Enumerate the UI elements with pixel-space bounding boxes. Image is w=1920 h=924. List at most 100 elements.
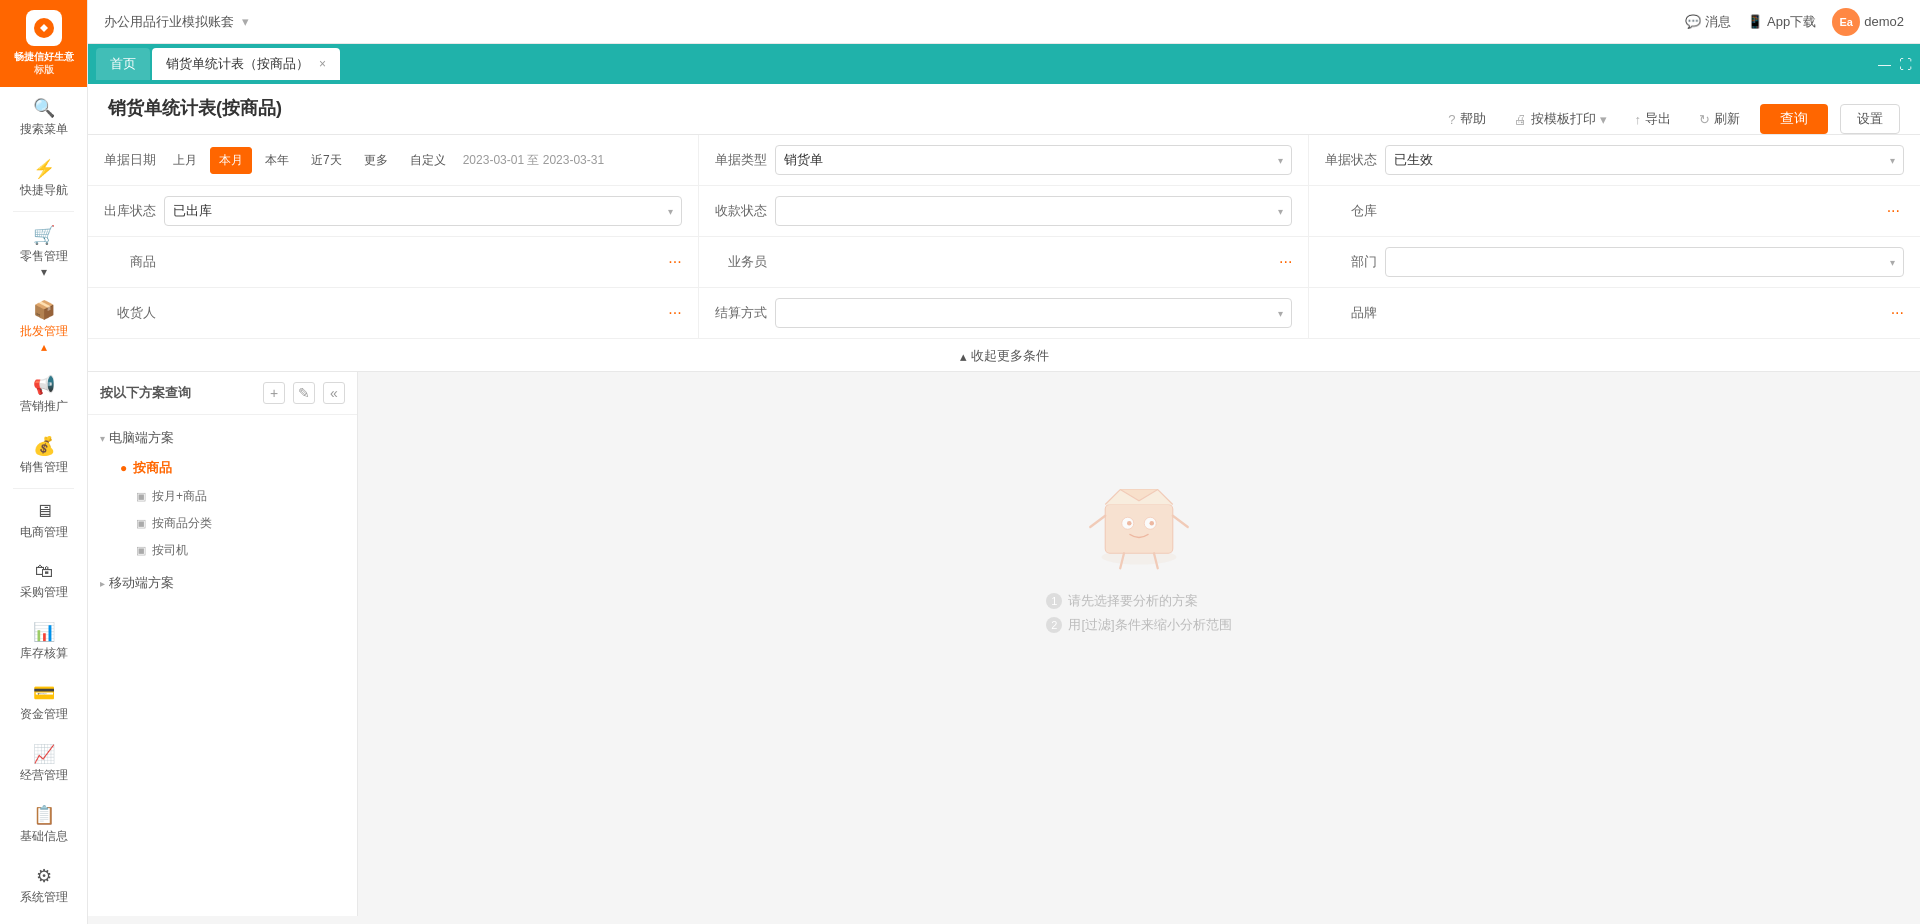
breadcrumb-dropdown[interactable]: ▾	[242, 14, 249, 29]
dept-arrow: ▾	[1890, 257, 1895, 268]
docstatus-select[interactable]: 已生效 ▾	[1385, 145, 1904, 175]
header-left: 办公用品行业模拟账套 ▾	[104, 13, 249, 31]
sidebar-item-purchase[interactable]: 🛍 采购管理	[0, 551, 87, 611]
consignee-input[interactable]: ···	[164, 298, 682, 328]
user-profile-button[interactable]: Ea demo2	[1832, 8, 1904, 36]
marketing-icon: 📢	[33, 374, 55, 396]
print-label: 按模板打印	[1531, 110, 1596, 128]
date-btn-more[interactable]: 更多	[355, 147, 397, 174]
query-button[interactable]: 查询	[1760, 104, 1828, 134]
filter-row-3: 商品 ··· 业务员 ··· 部门 ▾	[88, 237, 1920, 288]
export-button[interactable]: ↑ 导出	[1627, 106, 1680, 132]
desktop-schemes-label: 电脑端方案	[109, 429, 174, 447]
warehouse-input[interactable]: ···	[1385, 196, 1904, 226]
export-label: 导出	[1645, 110, 1671, 128]
payment-select[interactable]: ▾	[775, 298, 1293, 328]
desktop-schemes-group[interactable]: ▾ 电脑端方案	[88, 423, 357, 453]
consignee-label: 收货人	[104, 304, 164, 322]
collapse-panel-button[interactable]: «	[323, 382, 345, 404]
collapse-button[interactable]: ▴ 收起更多条件	[960, 347, 1049, 365]
dept-label: 部门	[1325, 253, 1385, 271]
search-icon: 🔍	[33, 97, 55, 119]
date-btn-last-month[interactable]: 上月	[164, 147, 206, 174]
doctype-label: 单据类型	[715, 151, 775, 169]
wholesale-expand-icon: ▴	[41, 340, 47, 354]
message-label: 消息	[1705, 13, 1731, 31]
sidebar-item-inventory-label: 库存核算	[20, 645, 68, 662]
sidebar-item-system-label: 系统管理	[20, 889, 68, 906]
scheme-by-cashier[interactable]: ▣ 按司机	[88, 537, 357, 564]
help-icon: ?	[1448, 112, 1455, 127]
sidebar-item-finance-label: 资金管理	[20, 706, 68, 723]
sidebar-item-operations[interactable]: 📈 经营管理	[0, 733, 87, 794]
empty-tip-2: 2 用[过滤]条件来缩小分析范围	[1046, 616, 1231, 634]
brand-input[interactable]: ···	[1385, 298, 1904, 328]
username: demo2	[1864, 14, 1904, 29]
tab-sales-stats[interactable]: 销货单统计表（按商品） ×	[152, 48, 340, 80]
scheme-product-icon: ●	[120, 461, 127, 475]
app-download-button[interactable]: 📱 App下载	[1747, 13, 1816, 31]
sidebar-item-quicknav[interactable]: ⚡ 快捷导航	[0, 148, 87, 209]
tab-home[interactable]: 首页	[96, 48, 150, 80]
product-input[interactable]: ···	[164, 247, 682, 277]
sidebar-item-search[interactable]: 🔍 搜索菜单	[0, 87, 87, 148]
filter-cell-doctype: 单据类型 销货单 ▾	[699, 135, 1310, 185]
sidebar-item-ecommerce[interactable]: 🖥 电商管理	[0, 491, 87, 551]
edit-scheme-button[interactable]: ✎	[293, 382, 315, 404]
tab-maximize-button[interactable]: ⛶	[1899, 57, 1912, 72]
print-button[interactable]: 🖨 按模板打印 ▾	[1506, 106, 1615, 132]
basic-icon: 📋	[33, 804, 55, 826]
sidebar-item-sales[interactable]: 💰 销售管理	[0, 425, 87, 486]
tab-close-button[interactable]: ×	[319, 57, 326, 71]
app-name: 畅捷信好生意	[14, 50, 74, 63]
outstatus-select[interactable]: 已出库 ▾	[164, 196, 682, 226]
filter-row-4: 收货人 ··· 结算方式 ▾ 品牌 ···	[88, 288, 1920, 339]
print-dropdown-icon[interactable]: ▾	[1600, 112, 1607, 127]
refresh-button[interactable]: ↻ 刷新	[1691, 106, 1748, 132]
page-title: 销货单统计表(按商品)	[108, 96, 282, 132]
tab-minimize-button[interactable]: —	[1878, 57, 1891, 72]
receiptstatus-arrow: ▾	[1278, 206, 1283, 217]
empty-tips: 1 请先选择要分析的方案 2 用[过滤]条件来缩小分析范围	[1046, 592, 1231, 640]
mobile-schemes-group[interactable]: ▸ 移动端方案	[88, 568, 357, 598]
sidebar-item-marketing[interactable]: 📢 营销推广	[0, 364, 87, 425]
date-btn-custom[interactable]: 自定义	[401, 147, 455, 174]
date-btn-7days[interactable]: 近7天	[302, 147, 351, 174]
scheme-by-product[interactable]: ● 按商品	[88, 453, 357, 483]
sidebar-item-wholesale[interactable]: 📦 批发管理 ▴	[0, 289, 87, 364]
settings-button[interactable]: 设置	[1840, 104, 1900, 134]
mobile-toggle-icon: ▸	[100, 578, 105, 589]
date-btn-this-year[interactable]: 本年	[256, 147, 298, 174]
sidebar-item-retail[interactable]: 🛒 零售管理 ▾	[0, 214, 87, 289]
help-button[interactable]: ? 帮助	[1440, 106, 1493, 132]
docstatus-value: 已生效	[1394, 151, 1433, 169]
sidebar-item-system[interactable]: ⚙ 系统管理	[0, 855, 87, 916]
header-right: 💬 消息 📱 App下载 Ea demo2	[1685, 8, 1904, 36]
add-scheme-button[interactable]: +	[263, 382, 285, 404]
salesperson-input[interactable]: ···	[775, 247, 1293, 277]
docstatus-arrow: ▾	[1890, 155, 1895, 166]
page-header: 销货单统计表(按商品) ? 帮助 🖨 按模板打印 ▾ ↑ 导出 ↻	[88, 84, 1920, 135]
tip-num-1: 1	[1046, 593, 1062, 609]
sidebar-item-enterprise[interactable]: 🤝 企业协同	[0, 916, 87, 924]
sidebar-item-inventory[interactable]: 📊 库存核算	[0, 611, 87, 672]
receiptstatus-select[interactable]: ▾	[775, 196, 1293, 226]
warehouse-label: 仓库	[1325, 202, 1385, 220]
edit-icon: ✎	[298, 385, 310, 401]
svg-rect-2	[1105, 505, 1173, 554]
sidebar-item-basic[interactable]: 📋 基础信息	[0, 794, 87, 855]
doctype-select[interactable]: 销货单 ▾	[775, 145, 1293, 175]
dept-select[interactable]: ▾	[1385, 247, 1904, 277]
app-subtitle: 标版	[34, 63, 54, 77]
sidebar-item-operations-label: 经营管理	[20, 767, 68, 784]
collapse-panel-icon: «	[330, 385, 338, 401]
message-button[interactable]: 💬 消息	[1685, 13, 1731, 31]
scheme-by-month-product[interactable]: ▣ 按月+商品	[88, 483, 357, 510]
brand-dots: ···	[1891, 304, 1904, 322]
scheme-by-category[interactable]: ▣ 按商品分类	[88, 510, 357, 537]
sidebar-item-finance[interactable]: 💳 资金管理	[0, 672, 87, 733]
sidebar-nav: 🔍 搜索菜单 ⚡ 快捷导航 🛒 零售管理 ▾ 📦 批发管理 ▴ 📢 营销推广 💰…	[0, 87, 87, 924]
scheme-cashier-icon: ▣	[136, 544, 146, 557]
date-btn-this-month[interactable]: 本月	[210, 147, 252, 174]
system-icon: ⚙	[36, 865, 52, 887]
